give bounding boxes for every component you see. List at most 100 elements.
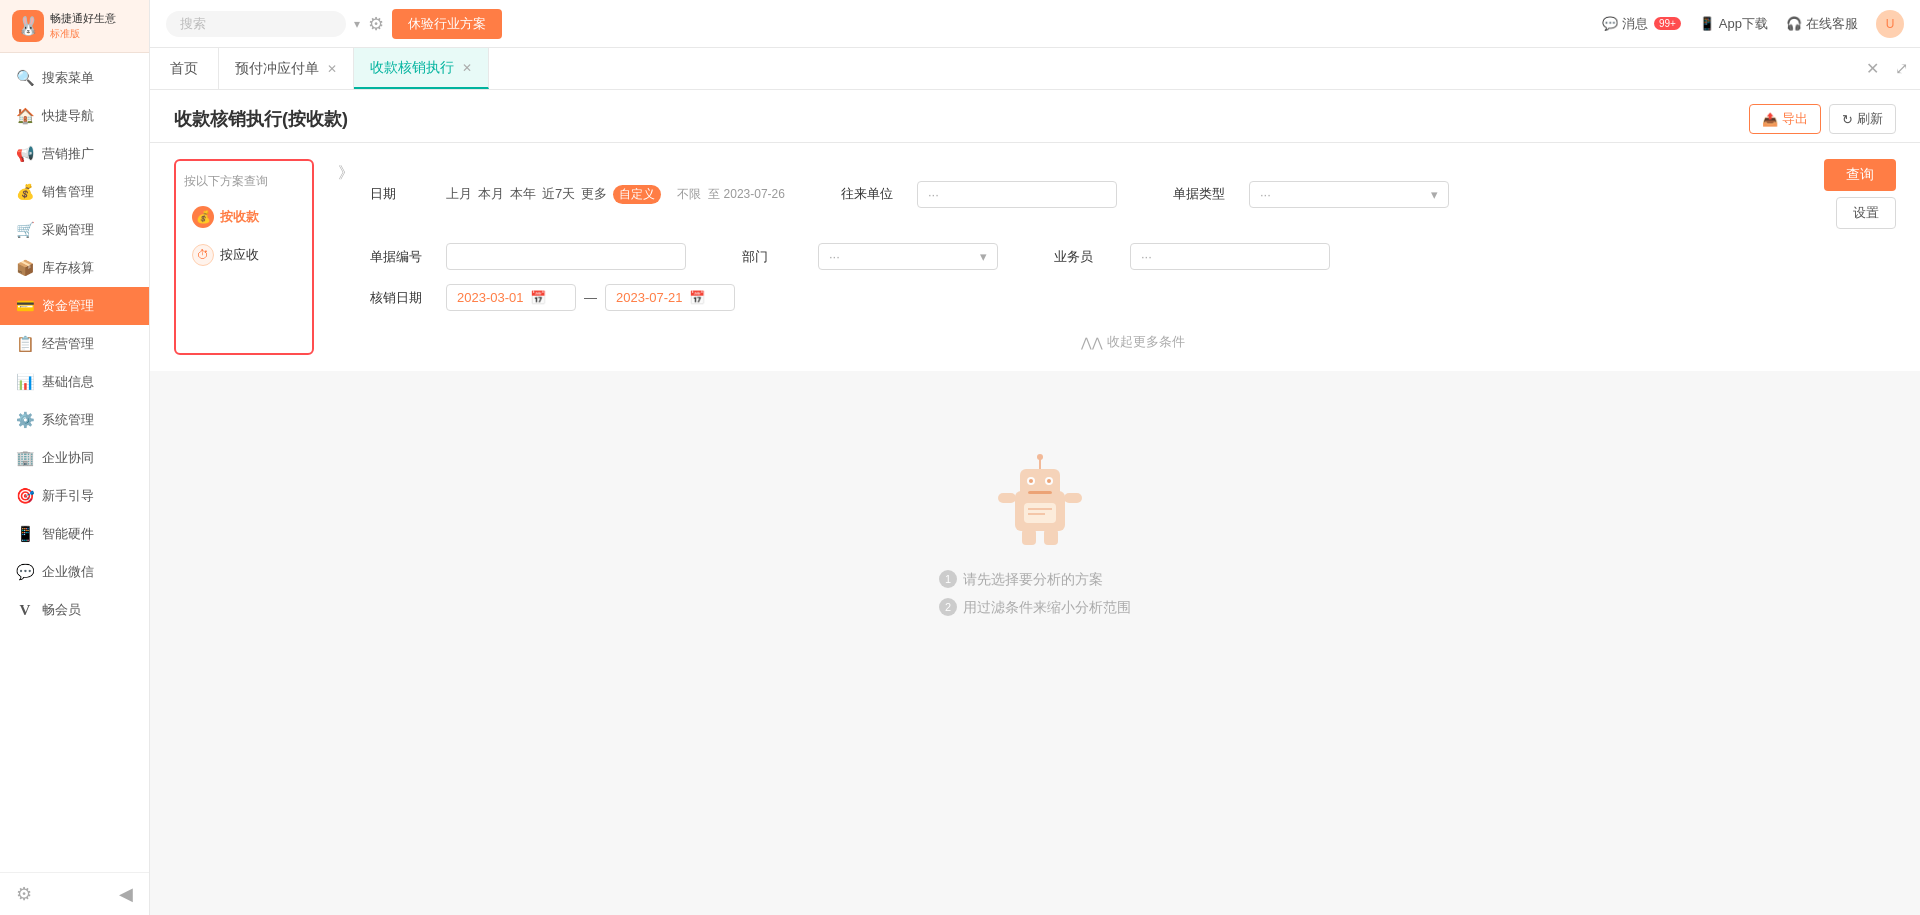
export-button[interactable]: 📤 导出 <box>1749 104 1821 134</box>
doc-type-label: 单据类型 <box>1173 185 1233 203</box>
sidebar-item-purchase[interactable]: 🛒 采购管理 <box>0 211 149 249</box>
close-tab-icon[interactable]: ✕ <box>1862 55 1883 82</box>
svg-point-4 <box>1029 479 1033 483</box>
page-header-actions: 📤 导出 ↻ 刷新 <box>1749 104 1896 134</box>
date-last-month[interactable]: 上月 <box>446 185 472 203</box>
sidebar-item-label-wechat: 企业微信 <box>42 563 94 581</box>
tab-prepay-label: 预付冲应付单 <box>235 60 319 78</box>
filter-fields: 日期 上月 本月 本年 近7天 更多 自定义 不限 至 2023-07-26 往… <box>370 159 1896 355</box>
sidebar-item-member[interactable]: V 畅会员 <box>0 591 149 629</box>
date-range-dash: — <box>584 290 597 305</box>
staff-label: 业务员 <box>1054 248 1114 266</box>
writeoff-date-start-input[interactable]: 2023-03-01 📅 <box>446 284 576 311</box>
date-7days[interactable]: 近7天 <box>542 185 575 203</box>
date-more[interactable]: 更多 <box>581 185 607 203</box>
calendar-end-icon[interactable]: 📅 <box>689 290 705 305</box>
sidebar-item-inventory[interactable]: 📦 库存核算 <box>0 249 149 287</box>
tab-receivable[interactable]: 收款核销执行 ✕ <box>354 48 489 89</box>
tab-receivable-label: 收款核销执行 <box>370 59 454 77</box>
sidebar-item-label-system: 系统管理 <box>42 411 94 429</box>
header-search-box[interactable]: 搜索 <box>166 11 346 37</box>
sales-icon: 💰 <box>16 183 34 201</box>
tip-num-2: 2 <box>939 598 957 616</box>
date-this-year[interactable]: 本年 <box>510 185 536 203</box>
query-button[interactable]: 查询 <box>1824 159 1896 191</box>
search-menu-icon: 🔍 <box>16 69 34 87</box>
header-right: 💬 消息 99+ 📱 App下载 🎧 在线客服 U <box>1602 10 1904 38</box>
avatar[interactable]: U <box>1876 10 1904 38</box>
tab-prepay-close-icon[interactable]: ✕ <box>327 62 337 76</box>
tab-prepay[interactable]: 预付冲应付单 ✕ <box>219 48 354 89</box>
wechat-icon: 💬 <box>16 563 34 581</box>
gear-icon[interactable]: ⚙ <box>368 13 384 35</box>
expand-tab-icon[interactable]: ⤢ <box>1891 55 1912 82</box>
date-this-month[interactable]: 本月 <box>478 185 504 203</box>
sidebar-bottom: ⚙ ◀ <box>0 872 149 915</box>
system-icon: ⚙️ <box>16 411 34 429</box>
app-icon: 📱 <box>1699 16 1715 31</box>
sidebar-item-label-marketing: 营销推广 <box>42 145 94 163</box>
chevron-left-icon: 》 <box>338 163 354 184</box>
tab-bar: 首页 预付冲应付单 ✕ 收款核销执行 ✕ ✕ ⤢ <box>150 48 1920 90</box>
sidebar-item-hardware[interactable]: 📱 智能硬件 <box>0 515 149 553</box>
export-icon: 📤 <box>1762 112 1778 127</box>
sidebar-item-sales[interactable]: 💰 销售管理 <box>0 173 149 211</box>
setting-button[interactable]: 设置 <box>1836 197 1896 229</box>
robot-svg <box>990 451 1090 551</box>
sidebar-item-basic[interactable]: 📊 基础信息 <box>0 363 149 401</box>
app-download-button[interactable]: 📱 App下载 <box>1699 15 1768 33</box>
sidebar: 🐰 畅捷通好生意 标准版 🔍 搜索菜单 🏠 快捷导航 📢 营销推广 💰 销售管理… <box>0 0 150 915</box>
doc-no-input[interactable] <box>446 243 686 270</box>
filter-by-receivable[interactable]: ⏱ 按应收 <box>184 238 304 272</box>
tip-num-1: 1 <box>939 570 957 588</box>
industry-solution-button[interactable]: 休验行业方案 <box>392 9 502 39</box>
sidebar-item-search[interactable]: 🔍 搜索菜单 <box>0 59 149 97</box>
partner-select[interactable]: ··· <box>917 181 1117 208</box>
collapse-more-label: 收起更多条件 <box>1107 333 1185 351</box>
refresh-button[interactable]: ↻ 刷新 <box>1829 104 1896 134</box>
filter-row-1: 日期 上月 本月 本年 近7天 更多 自定义 不限 至 2023-07-26 往… <box>370 159 1896 229</box>
collapse-sidebar-icon[interactable]: ◀ <box>119 883 133 905</box>
chevron-down-icon[interactable]: ▾ <box>354 17 360 31</box>
sidebar-item-shortcut[interactable]: 🏠 快捷导航 <box>0 97 149 135</box>
sidebar-item-finance[interactable]: 💳 资金管理 <box>0 287 149 325</box>
btn-actions: 查询 设置 <box>1824 159 1896 229</box>
staff-select[interactable]: ··· <box>1130 243 1330 270</box>
online-service-button[interactable]: 🎧 在线客服 <box>1786 15 1858 33</box>
dept-select[interactable]: ··· ▾ <box>818 243 998 270</box>
doc-type-select[interactable]: ··· ▾ <box>1249 181 1449 208</box>
date-quick-options: 上月 本月 本年 近7天 更多 自定义 <box>446 185 661 204</box>
sidebar-item-guide[interactable]: 🎯 新手引导 <box>0 477 149 515</box>
sidebar-item-label-purchase: 采购管理 <box>42 221 94 239</box>
sidebar-item-wechat[interactable]: 💬 企业微信 <box>0 553 149 591</box>
sidebar-item-operation[interactable]: 📋 经营管理 <box>0 325 149 363</box>
filter-receipt-label: 按收款 <box>220 208 259 226</box>
date-custom-badge[interactable]: 自定义 <box>613 185 661 204</box>
sidebar-item-label-sales: 销售管理 <box>42 183 94 201</box>
sidebar-item-system[interactable]: ⚙️ 系统管理 <box>0 401 149 439</box>
writeoff-date-end-input[interactable]: 2023-07-21 📅 <box>605 284 735 311</box>
finance-icon: 💳 <box>16 297 34 315</box>
calendar-start-icon[interactable]: 📅 <box>530 290 546 305</box>
sidebar-item-label-search: 搜索菜单 <box>42 69 94 87</box>
tab-home[interactable]: 首页 <box>150 48 219 89</box>
inventory-icon: 📦 <box>16 259 34 277</box>
sidebar-item-label-finance: 资金管理 <box>42 297 94 315</box>
marketing-icon: 📢 <box>16 145 34 163</box>
filter-by-receipt[interactable]: 💰 按收款 <box>184 200 304 234</box>
settings-bottom-icon[interactable]: ⚙ <box>16 883 32 905</box>
sidebar-item-label-enterprise: 企业协同 <box>42 449 94 467</box>
svg-rect-11 <box>1022 529 1036 545</box>
message-button[interactable]: 💬 消息 99+ <box>1602 15 1681 33</box>
receivable-option-icon: ⏱ <box>192 244 214 266</box>
sidebar-item-marketing[interactable]: 📢 营销推广 <box>0 135 149 173</box>
collapse-more-button[interactable]: ⋀⋀ 收起更多条件 <box>1081 333 1185 351</box>
tab-receivable-close-icon[interactable]: ✕ <box>462 61 472 75</box>
purchase-icon: 🛒 <box>16 221 34 239</box>
service-icon: 🎧 <box>1786 16 1802 31</box>
filter-panel-collapse-button[interactable]: 》 <box>338 159 354 355</box>
sidebar-item-enterprise[interactable]: 🏢 企业协同 <box>0 439 149 477</box>
top-header: 搜索 ▾ ⚙ 休验行业方案 💬 消息 99+ 📱 App下载 🎧 在线客服 U <box>150 0 1920 48</box>
empty-tip-1: 1 请先选择要分析的方案 <box>939 565 1131 593</box>
receipt-option-icon: 💰 <box>192 206 214 228</box>
